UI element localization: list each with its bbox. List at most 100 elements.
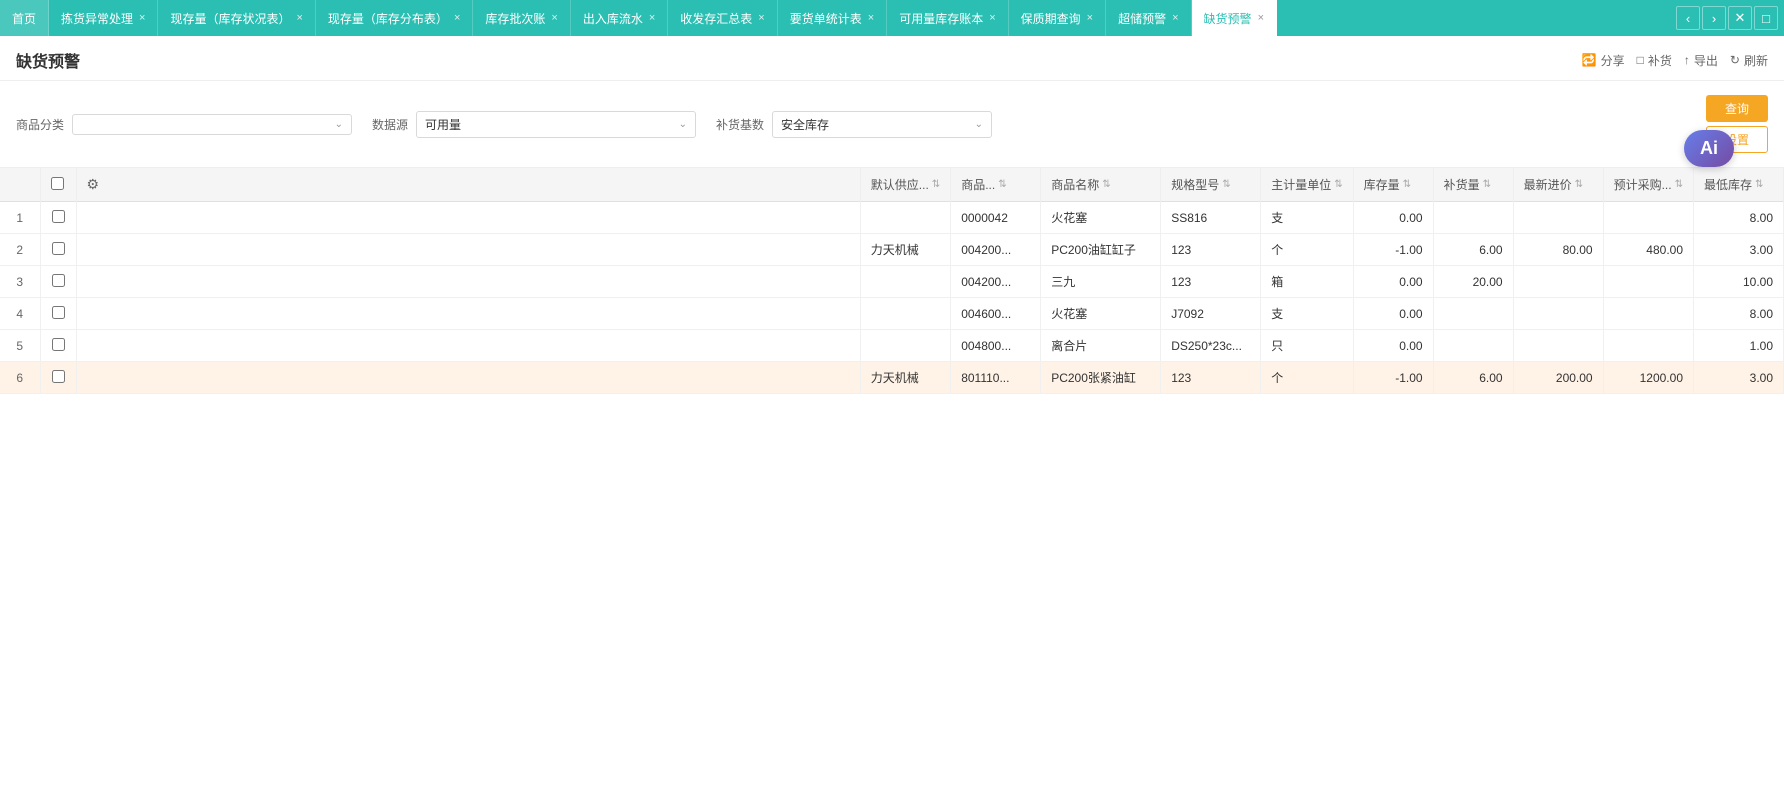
- tab-expiry[interactable]: 保质期查询 ×: [1009, 0, 1106, 36]
- sort-est-purchase-icon: ⇅: [1675, 179, 1683, 190]
- th-goods-code[interactable]: 商品... ⇅: [951, 168, 1041, 202]
- close-tab-overstock[interactable]: ×: [1172, 12, 1178, 24]
- close-tab-available-ledger[interactable]: ×: [989, 12, 995, 24]
- th-latest-price[interactable]: 最新进价 ⇅: [1513, 168, 1603, 202]
- th-stock[interactable]: 库存量 ⇅: [1353, 168, 1433, 202]
- row-min-stock-1: 3.00: [1694, 234, 1784, 266]
- th-goods-name[interactable]: 商品名称 ⇅: [1041, 168, 1161, 202]
- row-check-3: [40, 298, 76, 330]
- table-row: 3 004200... 三九 123 箱 0.00 20.00 10.00: [0, 266, 1784, 298]
- page-header: 缺货预警 🔁 分享 □ 补货 ↑ 导出 ↻ 刷新: [0, 36, 1784, 81]
- row-latest-price-5: 200.00: [1513, 362, 1603, 394]
- table-row: 2 力天机械 004200... PC200油缸缸子 123 个 -1.00 6…: [0, 234, 1784, 266]
- th-unit[interactable]: 主计量单位 ⇅: [1261, 168, 1353, 202]
- table-row: 6 力天机械 801110... PC200张紧油缸 123 个 -1.00 6…: [0, 362, 1784, 394]
- replenish-button[interactable]: □ 补货: [1637, 52, 1672, 69]
- row-supplier-4: [860, 330, 950, 362]
- goods-category-select[interactable]: ⌄: [72, 114, 352, 135]
- select-all-checkbox[interactable]: [51, 177, 64, 190]
- tab-stock-status[interactable]: 现存量（库存状况表） ×: [158, 0, 315, 36]
- sort-replenish-icon: ⇅: [1483, 179, 1491, 190]
- th-spec[interactable]: 规格型号 ⇅: [1161, 168, 1261, 202]
- close-tab-shortage[interactable]: ×: [1258, 12, 1264, 24]
- refresh-icon: ↻: [1730, 53, 1740, 67]
- settings-gear-icon[interactable]: ⚙: [87, 176, 100, 192]
- row-replenish-4: [1433, 330, 1513, 362]
- row-unit-3: 支: [1261, 298, 1353, 330]
- sort-goods-code-icon: ⇅: [998, 179, 1006, 190]
- row-goods-name-4: 离合片: [1041, 330, 1161, 362]
- query-button[interactable]: 查询: [1706, 95, 1768, 122]
- row-min-stock-5: 3.00: [1694, 362, 1784, 394]
- tab-available-ledger[interactable]: 可用量库存账本 ×: [887, 0, 1008, 36]
- sort-spec-icon: ⇅: [1222, 179, 1230, 190]
- close-tab-stock-dist[interactable]: ×: [454, 12, 460, 24]
- row-spec-0: SS816: [1161, 202, 1261, 234]
- share-button[interactable]: 🔁 分享: [1582, 52, 1625, 69]
- row-num-4: 5: [0, 330, 40, 362]
- export-icon: ↑: [1684, 53, 1690, 67]
- row-checkbox-2[interactable]: [52, 274, 65, 287]
- close-tab-order-stats[interactable]: ×: [868, 12, 874, 24]
- table-row: 1 0000042 火花塞 SS816 支 0.00 8.00: [0, 202, 1784, 234]
- row-min-stock-0: 8.00: [1694, 202, 1784, 234]
- row-goods-name-5: PC200张紧油缸: [1041, 362, 1161, 394]
- row-goods-name-3: 火花塞: [1041, 298, 1161, 330]
- row-checkbox-1[interactable]: [52, 242, 65, 255]
- close-tab-exception[interactable]: ×: [139, 12, 145, 24]
- tab-home[interactable]: 首页: [0, 0, 49, 36]
- row-num-5: 6: [0, 362, 40, 394]
- row-replenish-0: [1433, 202, 1513, 234]
- replenish-basis-select[interactable]: 安全库存 ⌄: [772, 111, 992, 138]
- th-num: [0, 168, 40, 202]
- nav-next-btn[interactable]: ›: [1702, 6, 1726, 30]
- th-replenish[interactable]: 补货量 ⇅: [1433, 168, 1513, 202]
- data-source-value: 可用量: [425, 116, 461, 133]
- row-unit-5: 个: [1261, 362, 1353, 394]
- tab-stock-dist[interactable]: 现存量（库存分布表） ×: [316, 0, 473, 36]
- tab-overstock[interactable]: 超储预警 ×: [1106, 0, 1191, 36]
- tab-summary[interactable]: 收发存汇总表 ×: [668, 0, 777, 36]
- tab-shortage[interactable]: 缺货预警 ×: [1192, 0, 1277, 36]
- row-latest-price-1: 80.00: [1513, 234, 1603, 266]
- row-goods-name-2: 三九: [1041, 266, 1161, 298]
- row-supplier-3: [860, 298, 950, 330]
- data-source-select[interactable]: 可用量 ⌄: [416, 111, 696, 138]
- close-tab-expiry[interactable]: ×: [1087, 12, 1093, 24]
- row-spec-4: DS250*23c...: [1161, 330, 1261, 362]
- th-supplier[interactable]: 默认供应... ⇅: [860, 168, 950, 202]
- close-tab-flow[interactable]: ×: [649, 12, 655, 24]
- tab-batch[interactable]: 库存批次账 ×: [473, 0, 570, 36]
- nav-expand-btn[interactable]: □: [1754, 6, 1778, 30]
- row-latest-price-4: [1513, 330, 1603, 362]
- row-check-4: [40, 330, 76, 362]
- row-checkbox-4[interactable]: [52, 338, 65, 351]
- nav-prev-btn[interactable]: ‹: [1676, 6, 1700, 30]
- close-tab-stock-status[interactable]: ×: [296, 12, 302, 24]
- ai-assistant-badge[interactable]: Ai: [1684, 130, 1734, 167]
- sort-goods-name-icon: ⇅: [1102, 179, 1110, 190]
- filter-area: 商品分类 ⌄ 数据源 可用量 ⌄ 补货基数 安全库存 ⌄ 查询 设置: [0, 81, 1784, 168]
- row-spec-2: 123: [1161, 266, 1261, 298]
- tab-exception[interactable]: 拣货异常处理 ×: [49, 0, 158, 36]
- row-stock-5: -1.00: [1353, 362, 1433, 394]
- row-stock-3: 0.00: [1353, 298, 1433, 330]
- row-checkbox-0[interactable]: [52, 210, 65, 223]
- replenish-icon: □: [1637, 53, 1644, 67]
- row-checkbox-5[interactable]: [52, 370, 65, 383]
- close-tab-batch[interactable]: ×: [551, 12, 557, 24]
- row-check-1: [40, 234, 76, 266]
- share-icon: 🔁: [1582, 53, 1597, 67]
- tab-flow[interactable]: 出入库流水 ×: [571, 0, 668, 36]
- close-tab-summary[interactable]: ×: [758, 12, 764, 24]
- row-checkbox-3[interactable]: [52, 306, 65, 319]
- tab-order-stats[interactable]: 要货单统计表 ×: [778, 0, 887, 36]
- export-button[interactable]: ↑ 导出: [1684, 52, 1718, 69]
- th-est-purchase[interactable]: 预计采购... ⇅: [1603, 168, 1693, 202]
- nav-close-btn[interactable]: ✕: [1728, 6, 1752, 30]
- row-unit-1: 个: [1261, 234, 1353, 266]
- sort-min-stock-icon: ⇅: [1755, 179, 1763, 190]
- row-unit-0: 支: [1261, 202, 1353, 234]
- th-min-stock[interactable]: 最低库存 ⇅: [1694, 168, 1784, 202]
- refresh-button[interactable]: ↻ 刷新: [1730, 52, 1768, 69]
